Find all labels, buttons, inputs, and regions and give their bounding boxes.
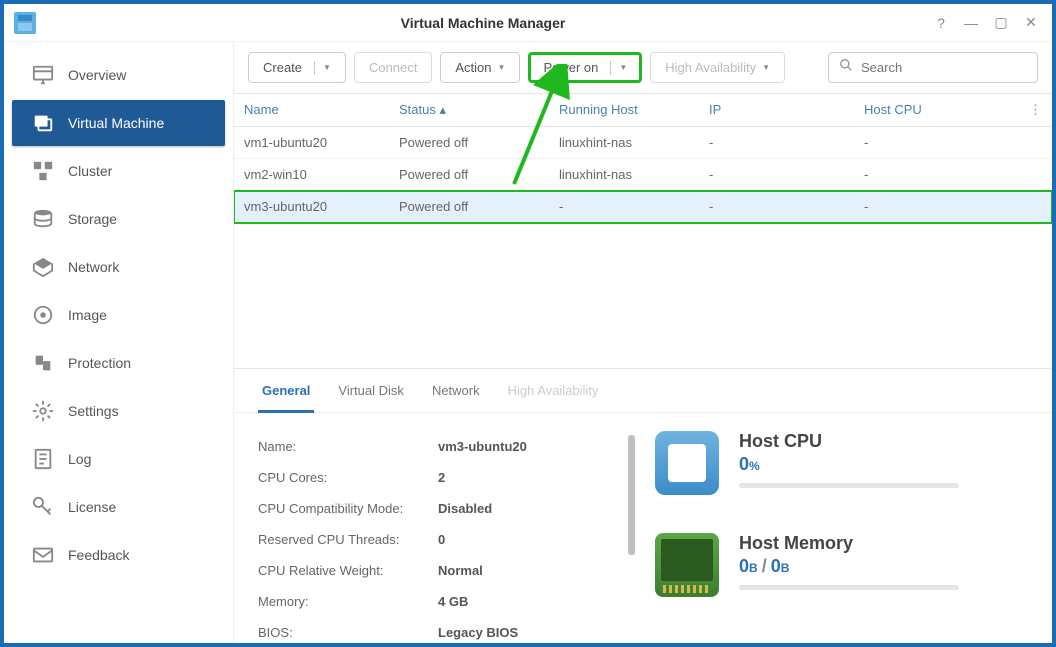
col-host-cpu[interactable]: Host CPU [854,94,994,126]
col-ip[interactable]: IP [699,94,854,126]
table-row[interactable]: vm1-ubuntu20 Powered off linuxhint-nas -… [234,127,1052,159]
sidebar-item-label: Overview [68,67,126,83]
key-icon [32,496,54,518]
sidebar-item-feedback[interactable]: Feedback [12,532,225,578]
sidebar-item-label: Settings [68,403,119,419]
sidebar-item-label: Virtual Machine [68,115,164,131]
maximize-icon[interactable]: ▢ [990,12,1012,34]
column-menu-icon[interactable]: ⋮ [1019,94,1052,126]
host-memory-value: 0B/0B [739,556,1022,577]
cluster-icon [32,160,54,182]
scrollbar[interactable] [628,435,635,555]
properties: Name:vm3-ubuntu20 CPU Cores:2 CPU Compat… [258,431,628,643]
table-header: Name Status ▴ Running Host IP Host CPU ⋮ [234,93,1052,127]
prop-compat-value: Disabled [438,501,492,516]
prop-weight-label: CPU Relative Weight: [258,563,438,578]
col-running-host[interactable]: Running Host [549,94,699,126]
tab-virtual-disk[interactable]: Virtual Disk [334,383,408,412]
col-status[interactable]: Status ▴ [389,94,549,126]
high-availability-button[interactable]: High Availability▼ [650,52,785,83]
envelope-icon [32,544,54,566]
memory-icon [655,533,719,597]
sidebar: Overview Virtual Machine Cluster Storage… [4,42,234,643]
minimize-icon[interactable]: — [960,12,982,34]
sidebar-item-label: License [68,499,116,515]
host-cpu-bar [739,483,959,488]
col-name[interactable]: Name [234,94,389,126]
help-icon[interactable]: ? [930,12,952,34]
table-row[interactable]: vm2-win10 Powered off linuxhint-nas - - [234,159,1052,191]
window-title: Virtual Machine Manager [36,15,930,31]
image-icon [32,304,54,326]
connect-button[interactable]: Connect [354,52,432,83]
tab-network[interactable]: Network [428,383,484,412]
gear-icon [32,400,54,422]
action-button[interactable]: Action▼ [440,52,520,83]
sidebar-item-overview[interactable]: Overview [12,52,225,98]
search-icon [839,58,853,77]
sidebar-item-virtual-machine[interactable]: Virtual Machine [12,100,225,146]
host-cpu-stat: Host CPU 0% [655,431,1022,495]
table-row[interactable]: vm3-ubuntu20 Powered off - - - [234,191,1052,223]
network-icon [32,256,54,278]
prop-cores-value: 2 [438,470,445,485]
prop-bios-label: BIOS: [258,625,438,640]
sidebar-item-label: Storage [68,211,117,227]
prop-rthreads-value: 0 [438,532,445,547]
search-input[interactable] [861,60,1037,75]
sidebar-item-label: Feedback [68,547,129,563]
vm-icon [32,112,54,134]
cpu-icon [655,431,719,495]
sidebar-item-image[interactable]: Image [12,292,225,338]
sidebar-item-label: Cluster [68,163,112,179]
sidebar-item-log[interactable]: Log [12,436,225,482]
host-cpu-label: Host CPU [739,431,1022,452]
prop-memory-label: Memory: [258,594,438,609]
chevron-down-icon: ▼ [323,63,331,72]
prop-name-label: Name: [258,439,438,454]
close-icon[interactable]: ✕ [1020,12,1042,34]
app-icon [14,12,36,34]
sidebar-item-label: Protection [68,355,131,371]
protection-icon [32,352,54,374]
vm-table: Name Status ▴ Running Host IP Host CPU ⋮… [234,93,1052,223]
sidebar-item-network[interactable]: Network [12,244,225,290]
prop-name-value: vm3-ubuntu20 [438,439,527,454]
chevron-down-icon: ▼ [498,63,506,72]
sidebar-item-label: Network [68,259,119,275]
host-memory-label: Host Memory [739,533,1022,554]
sidebar-item-storage[interactable]: Storage [12,196,225,242]
sidebar-item-cluster[interactable]: Cluster [12,148,225,194]
tab-high-availability[interactable]: High Availability [504,383,603,412]
sidebar-item-label: Log [68,451,91,467]
prop-memory-value: 4 GB [438,594,468,609]
overview-icon [32,64,54,86]
sort-asc-icon: ▴ [439,102,446,117]
prop-bios-value: Legacy BIOS [438,625,518,640]
prop-cores-label: CPU Cores: [258,470,438,485]
sidebar-item-label: Image [68,307,107,323]
storage-icon [32,208,54,230]
host-memory-stat: Host Memory 0B/0B [655,533,1022,597]
chevron-down-icon: ▼ [619,63,627,72]
detail-tabs: General Virtual Disk Network High Availa… [234,369,1052,413]
sidebar-item-license[interactable]: License [12,484,225,530]
detail-panel: General Virtual Disk Network High Availa… [234,368,1052,643]
host-memory-bar [739,585,959,590]
sidebar-item-settings[interactable]: Settings [12,388,225,434]
log-icon [32,448,54,470]
chevron-down-icon: ▼ [762,63,770,72]
search-box[interactable] [828,52,1038,83]
power-on-button[interactable]: Power on▼ [528,52,642,83]
toolbar: Create▼ Connect Action▼ Power on▼ High A… [234,42,1052,93]
tab-general[interactable]: General [258,383,314,413]
host-cpu-value: 0% [739,454,1022,475]
prop-rthreads-label: Reserved CPU Threads: [258,532,438,547]
sidebar-item-protection[interactable]: Protection [12,340,225,386]
prop-compat-label: CPU Compatibility Mode: [258,501,438,516]
prop-weight-value: Normal [438,563,483,578]
titlebar: Virtual Machine Manager ? — ▢ ✕ [4,4,1052,42]
create-button[interactable]: Create▼ [248,52,346,83]
